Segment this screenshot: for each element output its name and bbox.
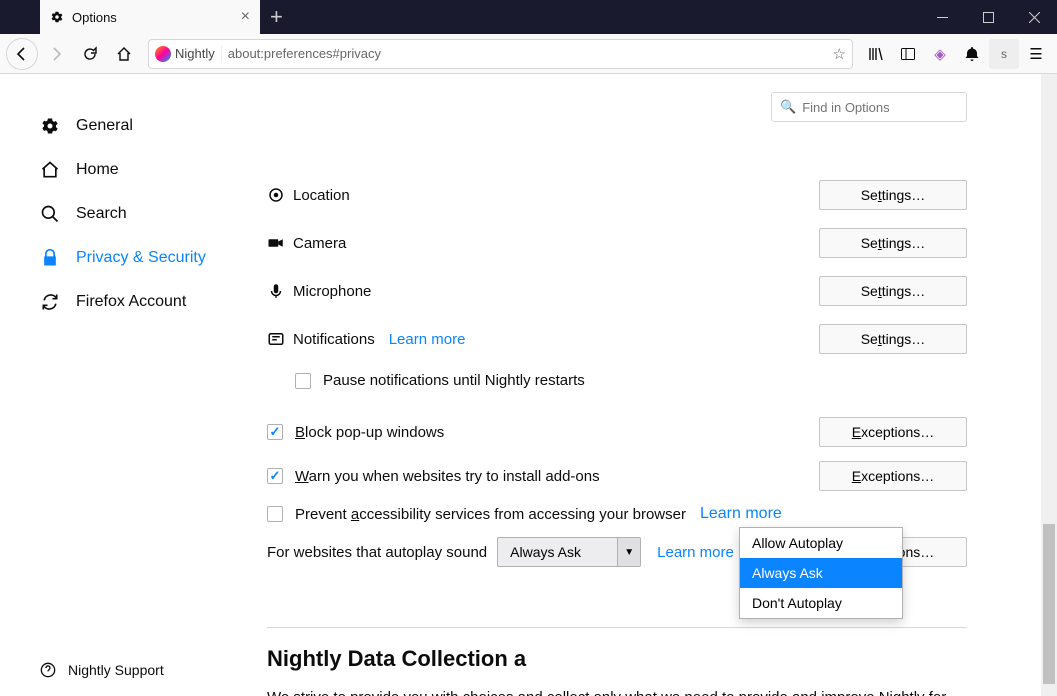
option-dont-autoplay[interactable]: Don't Autoplay <box>740 588 902 618</box>
tab-title: Options <box>72 10 241 25</box>
support-link[interactable]: Nightly Support <box>40 662 164 678</box>
option-always-ask[interactable]: Always Ask <box>740 558 902 588</box>
main-panel: 🔍 Location Settings… Camera Settings… Mi… <box>245 74 1057 696</box>
identity-label: Nightly <box>175 46 215 61</box>
separator <box>267 627 967 628</box>
sidebar-item-label: Search <box>76 205 127 223</box>
notification-icon[interactable] <box>957 39 987 69</box>
minimize-button[interactable] <box>919 0 965 34</box>
warn-addons-checkbox[interactable] <box>267 468 283 484</box>
perm-label: Microphone <box>293 283 371 300</box>
autoplay-label: For websites that autoplay sound <box>267 544 487 561</box>
back-button[interactable] <box>6 38 38 70</box>
help-icon <box>40 662 56 678</box>
sidebars-icon[interactable] <box>893 39 923 69</box>
block-popups-checkbox[interactable] <box>267 424 283 440</box>
autoplay-dropdown: Allow Autoplay Always Ask Don't Autoplay <box>739 527 903 619</box>
camera-settings-button[interactable]: Settings… <box>819 228 967 258</box>
accessibility-checkbox[interactable] <box>267 506 283 522</box>
checkbox-label: Block pop-up windows <box>295 424 444 441</box>
lock-icon <box>40 248 62 268</box>
pause-notifications-row: Pause notifications until Nightly restar… <box>295 372 967 389</box>
notifications-settings-button[interactable]: Settings… <box>819 324 967 354</box>
microphone-settings-button[interactable]: Settings… <box>819 276 967 306</box>
sidebar-item-account[interactable]: Firefox Account <box>40 280 245 324</box>
reload-button[interactable] <box>74 38 106 70</box>
checkbox-label: Prevent accessibility services from acce… <box>295 506 686 523</box>
addons-exceptions-button[interactable]: Exceptions… <box>819 461 967 491</box>
cube-icon[interactable]: ◈ <box>925 39 955 69</box>
sidebar-item-privacy[interactable]: Privacy & Security <box>40 236 245 280</box>
perm-microphone: Microphone Settings… <box>267 276 967 306</box>
sidebar-item-label: General <box>76 117 133 135</box>
learn-more-link[interactable]: Learn more <box>657 544 734 561</box>
gear-icon <box>40 116 62 136</box>
perm-label: Location <box>293 187 350 204</box>
perm-label: Notifications <box>293 331 375 348</box>
perm-notifications: Notifications Learn more Settings… <box>267 324 967 354</box>
location-settings-button[interactable]: Settings… <box>819 180 967 210</box>
maximize-button[interactable] <box>965 0 1011 34</box>
nav-toolbar: Nightly about:preferences#privacy ☆ ◈ s … <box>0 34 1057 74</box>
forward-button[interactable] <box>40 38 72 70</box>
sidebar-item-home[interactable]: Home <box>40 148 245 192</box>
sidebar-item-label: Home <box>76 161 119 179</box>
perm-label: Camera <box>293 235 346 252</box>
warn-addons-row: Warn you when websites try to install ad… <box>267 461 967 491</box>
home-icon <box>40 160 62 180</box>
sidebar-item-label: Privacy & Security <box>76 249 206 267</box>
close-icon[interactable]: × <box>241 8 250 26</box>
popups-exceptions-button[interactable]: Exceptions… <box>819 417 967 447</box>
learn-more-link[interactable]: Learn more <box>700 505 782 523</box>
firefox-icon <box>155 46 171 62</box>
bookmark-star-icon[interactable]: ☆ <box>833 45 846 63</box>
learn-more-link[interactable]: Learn more <box>389 331 466 348</box>
pause-notifications-checkbox[interactable] <box>295 373 311 389</box>
content-area: General Home Search Privacy & Security F… <box>0 74 1057 696</box>
title-bar: Options × + <box>0 0 1057 34</box>
support-label: Nightly Support <box>68 662 164 678</box>
accessibility-row: Prevent accessibility services from acce… <box>267 505 967 523</box>
perm-camera: Camera Settings… <box>267 228 967 258</box>
notification-icon <box>267 330 293 348</box>
new-tab-button[interactable]: + <box>260 0 293 34</box>
browser-tab[interactable]: Options × <box>40 0 260 34</box>
url-text: about:preferences#privacy <box>228 46 833 61</box>
section-body: We strive to provide you with choices an… <box>267 686 967 696</box>
identity-box[interactable]: Nightly <box>155 46 222 62</box>
checkbox-label: Pause notifications until Nightly restar… <box>323 372 585 389</box>
sidebar-item-search[interactable]: Search <box>40 192 245 236</box>
location-icon <box>267 186 293 204</box>
section-title: Nightly Data Collection a <box>267 646 967 672</box>
search-icon: 🔍 <box>780 99 796 115</box>
select-value: Always Ask <box>498 538 618 566</box>
find-in-options[interactable]: 🔍 <box>771 92 967 122</box>
preferences-sidebar: General Home Search Privacy & Security F… <box>0 74 245 696</box>
window-controls <box>919 0 1057 34</box>
scrollbar-thumb[interactable] <box>1043 524 1055 684</box>
scrollbar[interactable] <box>1041 74 1057 696</box>
url-bar[interactable]: Nightly about:preferences#privacy ☆ <box>148 39 853 69</box>
camera-icon <box>267 234 293 252</box>
block-popups-row: Block pop-up windows Exceptions… <box>267 417 967 447</box>
perm-location: Location Settings… <box>267 180 967 210</box>
sidebar-item-general[interactable]: General <box>40 104 245 148</box>
close-window-button[interactable] <box>1011 0 1057 34</box>
option-allow-autoplay[interactable]: Allow Autoplay <box>740 528 902 558</box>
library-icon[interactable] <box>861 39 891 69</box>
search-icon <box>40 204 62 224</box>
checkbox-label: Warn you when websites try to install ad… <box>295 468 600 485</box>
search-input[interactable] <box>802 100 978 115</box>
sidebar-item-label: Firefox Account <box>76 293 186 311</box>
sync-icon <box>40 292 62 312</box>
menu-button[interactable]: ☰ <box>1021 39 1051 69</box>
home-button[interactable] <box>108 38 140 70</box>
autoplay-select[interactable]: Always Ask ▼ <box>497 537 641 567</box>
microphone-icon <box>267 282 293 300</box>
gear-icon <box>50 10 64 24</box>
profile-icon[interactable]: s <box>989 39 1019 69</box>
chevron-down-icon: ▼ <box>618 538 640 566</box>
